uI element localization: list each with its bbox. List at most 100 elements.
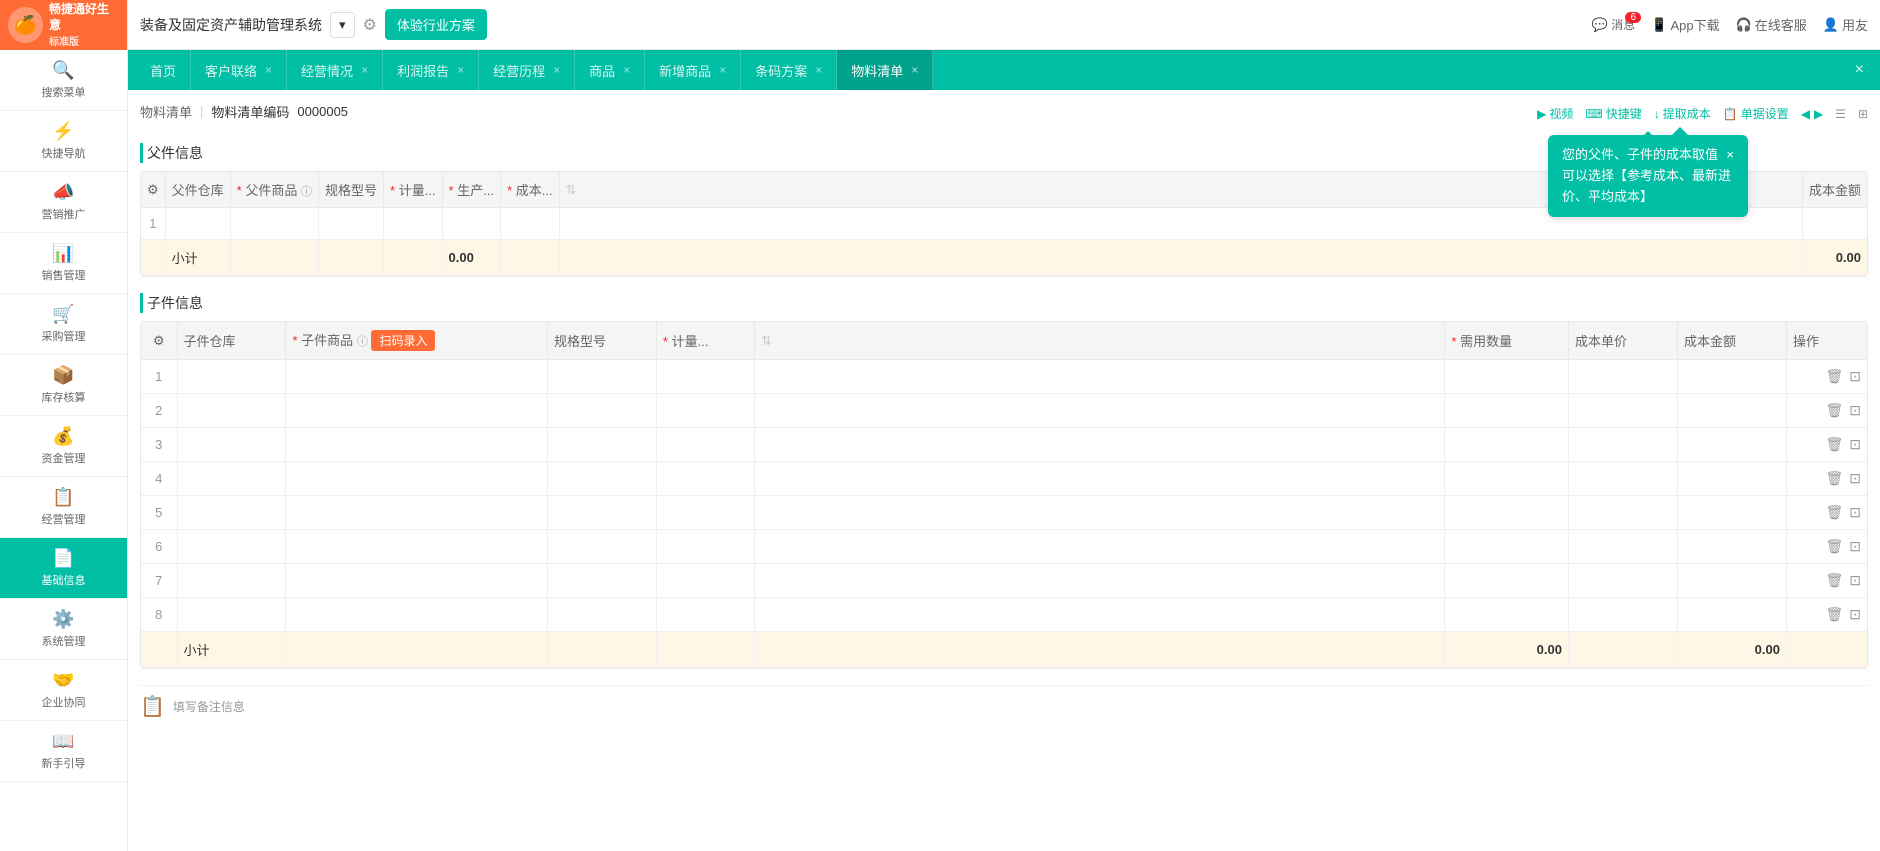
child-th-settings[interactable]: ⚙ [141, 322, 177, 360]
child-warehouse-6[interactable] [177, 530, 286, 564]
video-button[interactable]: ▶ 视频 [1537, 105, 1573, 122]
child-spec-5[interactable] [547, 496, 656, 530]
extract-cost-button[interactable]: ↓ 提取成本 [1654, 105, 1711, 122]
sidebar-item-search[interactable]: 🔍 搜索菜单 [0, 50, 127, 111]
add-record-label[interactable]: 填写备注信息 [173, 698, 245, 715]
child-unit-3[interactable] [656, 428, 754, 462]
child-product-5[interactable] [286, 496, 547, 530]
child-unit-cost-8[interactable] [1568, 598, 1677, 632]
child-warehouse-5[interactable] [177, 496, 286, 530]
copy-icon-2[interactable]: ⊡ [1849, 402, 1861, 419]
sidebar-item-sales[interactable]: 📊 销售管理 [0, 233, 127, 294]
child-qty-needed-4[interactable] [1445, 462, 1569, 496]
copy-icon-1[interactable]: ⊡ [1849, 368, 1861, 385]
system-dropdown[interactable]: ▾ [330, 12, 355, 38]
child-product-3[interactable] [286, 428, 547, 462]
parent-spec-1[interactable] [319, 208, 384, 240]
shortcut-button[interactable]: ⌨ 快捷键 [1585, 105, 1641, 122]
child-unit-7[interactable] [656, 564, 754, 598]
tab-operations-nav[interactable]: 经营情况 × [287, 50, 383, 90]
child-product-6[interactable] [286, 530, 547, 564]
child-spec-3[interactable] [547, 428, 656, 462]
child-warehouse-1[interactable] [177, 360, 286, 394]
child-qty-needed-5[interactable] [1445, 496, 1569, 530]
tab-close-history[interactable]: × [553, 63, 560, 77]
child-warehouse-7[interactable] [177, 564, 286, 598]
child-unit-4[interactable] [656, 462, 754, 496]
delete-icon-6[interactable]: 🗑 [1825, 538, 1843, 555]
tab-close-profit[interactable]: × [457, 63, 464, 77]
tab-close-operations[interactable]: × [361, 63, 368, 77]
user-avatar[interactable]: 👤 用友 [1823, 15, 1868, 34]
child-spec-4[interactable] [547, 462, 656, 496]
parent-warehouse-1[interactable] [165, 208, 230, 240]
sidebar-item-operations[interactable]: 📋 经营管理 [0, 477, 127, 538]
copy-icon-7[interactable]: ⊡ [1849, 572, 1861, 589]
child-qty-needed-3[interactable] [1445, 428, 1569, 462]
child-spec-2[interactable] [547, 394, 656, 428]
child-unit-6[interactable] [656, 530, 754, 564]
child-product-2[interactable] [286, 394, 547, 428]
list-view-icon[interactable]: ☰ [1835, 107, 1846, 121]
tab-products[interactable]: 商品 × [575, 50, 645, 90]
child-product-8[interactable] [286, 598, 547, 632]
parent-th-settings[interactable]: ⚙ [141, 172, 165, 208]
child-unit-cost-5[interactable] [1568, 496, 1677, 530]
child-unit-cost-2[interactable] [1568, 394, 1677, 428]
tab-close-bom[interactable]: × [911, 63, 918, 77]
child-spec-8[interactable] [547, 598, 656, 632]
sidebar-item-quick-nav[interactable]: ⚡ 快捷导航 [0, 111, 127, 172]
child-spec-1[interactable] [547, 360, 656, 394]
parent-cost-1[interactable] [501, 208, 560, 240]
app-download[interactable]: 📱 App下载 [1651, 15, 1719, 34]
child-spec-6[interactable] [547, 530, 656, 564]
tab-close-barcode[interactable]: × [815, 63, 822, 77]
child-product-7[interactable] [286, 564, 547, 598]
tab-close-customers[interactable]: × [265, 63, 272, 77]
online-service[interactable]: 🎧 在线客服 [1736, 15, 1807, 34]
delete-icon-2[interactable]: 🗑 [1825, 402, 1843, 419]
sidebar-item-guide[interactable]: 📖 新手引导 [0, 721, 127, 782]
tab-close-new-products[interactable]: × [719, 63, 726, 77]
child-warehouse-2[interactable] [177, 394, 286, 428]
child-unit-cost-3[interactable] [1568, 428, 1677, 462]
sidebar-item-basic-info[interactable]: 📄 基础信息 [0, 538, 127, 599]
parent-production-1[interactable] [442, 208, 501, 240]
tab-history[interactable]: 经营历程 × [479, 50, 575, 90]
parent-unit-1[interactable] [384, 208, 443, 240]
try-button[interactable]: 体验行业方案 [385, 9, 487, 40]
next-arrow[interactable]: ▶ [1814, 107, 1823, 121]
tab-home[interactable]: 首页 [136, 50, 191, 90]
single-settings-button[interactable]: 📋 单据设置 [1723, 105, 1789, 122]
child-qty-needed-8[interactable] [1445, 598, 1569, 632]
delete-icon-7[interactable]: 🗑 [1825, 572, 1843, 589]
add-record-icon[interactable]: 📋 [140, 694, 165, 719]
child-unit-5[interactable] [656, 496, 754, 530]
breadcrumb-list[interactable]: 物料清单 [140, 102, 192, 121]
delete-icon-8[interactable]: 🗑 [1825, 606, 1843, 623]
child-warehouse-8[interactable] [177, 598, 286, 632]
scan-button[interactable]: 扫码录入 [371, 330, 435, 351]
copy-icon-5[interactable]: ⊡ [1849, 504, 1861, 521]
child-warehouse-3[interactable] [177, 428, 286, 462]
tab-new-products[interactable]: 新增商品 × [645, 50, 741, 90]
expand-icon[interactable]: ⊞ [1858, 107, 1868, 121]
delete-icon-3[interactable]: 🗑 [1825, 436, 1843, 453]
copy-icon-6[interactable]: ⊡ [1849, 538, 1861, 555]
message-icon[interactable]: 💬 6 消息 [1591, 16, 1635, 33]
delete-icon-5[interactable]: 🗑 [1825, 504, 1843, 521]
parent-product-1[interactable] [230, 208, 318, 240]
child-qty-needed-1[interactable] [1445, 360, 1569, 394]
delete-icon-4[interactable]: 🗑 [1825, 470, 1843, 487]
child-unit-cost-6[interactable] [1568, 530, 1677, 564]
tab-profit[interactable]: 利润报告 × [383, 50, 479, 90]
sidebar-item-inventory[interactable]: 📦 库存核算 [0, 355, 127, 416]
close-all-tabs[interactable]: × [1847, 61, 1872, 79]
sidebar-item-purchase[interactable]: 🛒 采购管理 [0, 294, 127, 355]
child-unit-cost-4[interactable] [1568, 462, 1677, 496]
copy-icon-8[interactable]: ⊡ [1849, 606, 1861, 623]
copy-icon-3[interactable]: ⊡ [1849, 436, 1861, 453]
sidebar-item-marketing[interactable]: 📣 营销推广 [0, 172, 127, 233]
child-product-1[interactable] [286, 360, 547, 394]
child-warehouse-4[interactable] [177, 462, 286, 496]
